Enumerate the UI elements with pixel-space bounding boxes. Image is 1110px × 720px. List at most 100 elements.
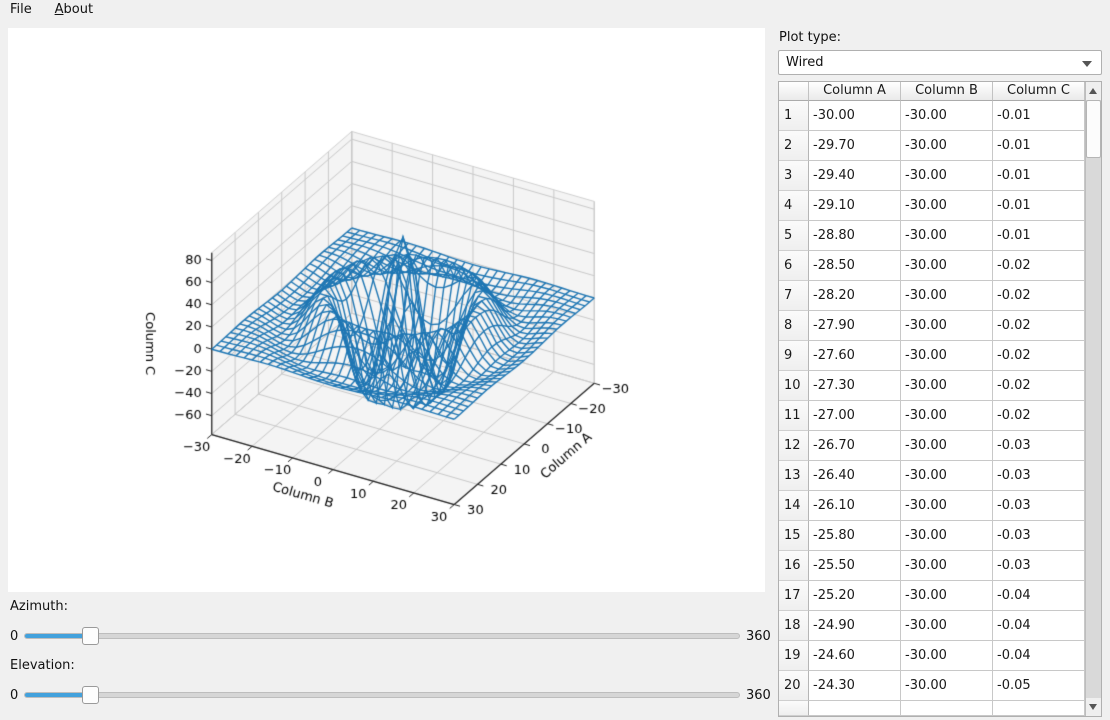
vertical-scrollbar[interactable] [1085,82,1101,716]
table-cell[interactable]: -28.50 [809,251,901,281]
table-cell[interactable]: -25.20 [809,581,901,611]
table-cell[interactable]: -0.03 [993,521,1085,551]
table-cell[interactable]: -27.00 [809,401,901,431]
table-cell[interactable]: -27.30 [809,371,901,401]
elevation-slider-handle[interactable] [82,686,99,704]
table-cell[interactable]: -0.02 [993,341,1085,371]
row-header[interactable]: 5 [779,221,809,251]
table-cell[interactable]: -30.00 [901,161,993,191]
table-cell[interactable]: -0.04 [993,611,1085,641]
table-cell[interactable]: -24.30 [809,671,901,701]
table-cell[interactable]: -0.02 [993,311,1085,341]
table-cell[interactable]: -25.50 [809,551,901,581]
table-cell[interactable]: -29.70 [809,131,901,161]
row-header[interactable]: 11 [779,401,809,431]
table-cell[interactable]: -30.00 [901,281,993,311]
table-cell[interactable]: -30.00 [901,641,993,671]
table-cell[interactable]: -0.05 [993,671,1085,701]
table-cell[interactable]: -24.60 [809,641,901,671]
table-cell[interactable]: -30.00 [901,311,993,341]
table-cell[interactable] [901,701,993,716]
row-header[interactable]: 12 [779,431,809,461]
table-cell[interactable]: -26.70 [809,431,901,461]
scrollbar-thumb[interactable] [1086,100,1101,158]
row-header[interactable]: 8 [779,311,809,341]
table-cell[interactable]: -0.01 [993,221,1085,251]
table-cell[interactable]: -30.00 [901,581,993,611]
table-cell[interactable]: -0.03 [993,431,1085,461]
table-cell[interactable] [993,701,1085,716]
table-cell[interactable]: -29.40 [809,161,901,191]
row-header[interactable]: 4 [779,191,809,221]
table-cell[interactable]: -30.00 [901,491,993,521]
row-header[interactable]: 17 [779,581,809,611]
table-cell[interactable]: -0.02 [993,371,1085,401]
table-cell[interactable]: -30.00 [901,341,993,371]
row-header[interactable]: 2 [779,131,809,161]
table-cell[interactable]: -0.01 [993,161,1085,191]
menu-item-file[interactable]: File [10,2,32,17]
table-cell[interactable]: -0.01 [993,131,1085,161]
row-header[interactable]: 7 [779,281,809,311]
azimuth-slider-handle[interactable] [82,627,99,645]
table-cell[interactable]: -30.00 [901,671,993,701]
table-cell[interactable]: -30.00 [901,521,993,551]
table-cell[interactable]: -30.00 [901,611,993,641]
row-header[interactable]: 18 [779,611,809,641]
scroll-down-button[interactable] [1086,698,1101,716]
table-cell[interactable]: -30.00 [901,401,993,431]
table-cell[interactable]: -30.00 [901,251,993,281]
table-cell[interactable]: -25.80 [809,521,901,551]
table-cell[interactable]: -30.00 [901,191,993,221]
column-header-column-a[interactable]: Column A [809,82,901,101]
table-cell[interactable]: -0.01 [993,191,1085,221]
row-header[interactable]: 6 [779,251,809,281]
table-cell[interactable]: -29.10 [809,191,901,221]
row-header[interactable] [779,701,809,716]
row-header[interactable]: 3 [779,161,809,191]
menu-item-about[interactable]: About [55,2,93,17]
table-cell[interactable] [809,701,901,716]
column-header-column-b[interactable]: Column B [901,82,993,101]
table-cell[interactable]: -0.03 [993,461,1085,491]
row-header[interactable]: 1 [779,101,809,131]
column-header-column-c[interactable]: Column C [993,82,1085,101]
table-cell[interactable]: -24.90 [809,611,901,641]
table-cell[interactable]: -27.90 [809,311,901,341]
table-cell[interactable]: -26.40 [809,461,901,491]
table-cell[interactable]: -30.00 [901,371,993,401]
table-cell[interactable]: -30.00 [901,101,993,131]
table-cell[interactable]: -0.02 [993,401,1085,431]
elevation-slider[interactable] [24,692,740,698]
table-cell[interactable]: -30.00 [901,461,993,491]
table-cell[interactable]: -0.03 [993,551,1085,581]
table-cell[interactable]: -0.01 [993,101,1085,131]
row-header[interactable]: 19 [779,641,809,671]
row-header[interactable]: 13 [779,461,809,491]
plot-type-combobox[interactable]: Wired [778,50,1102,75]
table-cell[interactable]: -0.04 [993,641,1085,671]
scroll-up-button[interactable] [1086,82,1101,100]
table-cell[interactable]: -0.02 [993,251,1085,281]
table-cell[interactable]: -27.60 [809,341,901,371]
table-cell[interactable]: -0.04 [993,581,1085,611]
table-cell[interactable]: -28.20 [809,281,901,311]
table-row: 7-28.20-30.00-0.02 [779,281,1085,311]
row-header[interactable]: 10 [779,371,809,401]
table-cell[interactable]: -30.00 [901,221,993,251]
table-cell[interactable]: -26.10 [809,491,901,521]
row-header[interactable]: 14 [779,491,809,521]
row-header[interactable]: 20 [779,671,809,701]
table-cell[interactable]: -30.00 [809,101,901,131]
row-header[interactable]: 15 [779,521,809,551]
table-cell[interactable]: -30.00 [901,551,993,581]
row-header[interactable]: 16 [779,551,809,581]
row-header[interactable]: 9 [779,341,809,371]
table-cell[interactable]: -30.00 [901,131,993,161]
table-corner-header[interactable] [779,82,809,101]
table-cell[interactable]: -30.00 [901,431,993,461]
table-cell[interactable]: -28.80 [809,221,901,251]
azimuth-slider[interactable] [24,633,740,639]
table-cell[interactable]: -0.03 [993,491,1085,521]
table-cell[interactable]: -0.02 [993,281,1085,311]
